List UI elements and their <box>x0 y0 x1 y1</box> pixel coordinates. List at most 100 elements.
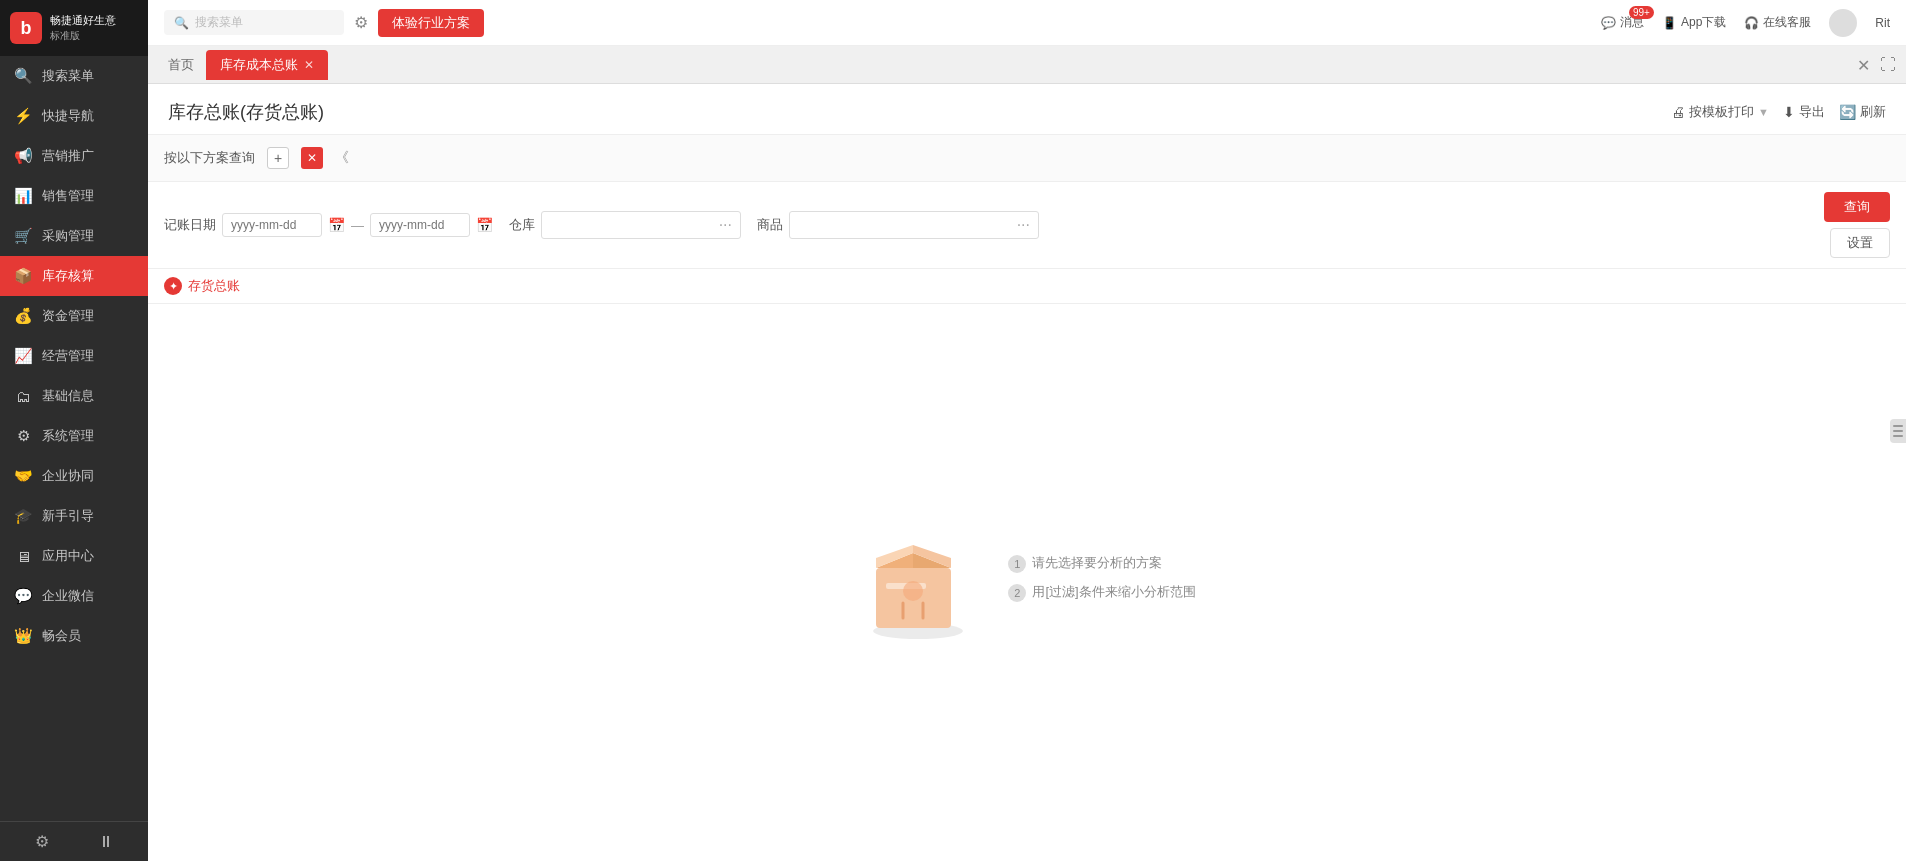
sidebar-item-5[interactable]: 📦库存核算 <box>0 256 148 296</box>
main-area: 🔍 搜索菜单 ⚙ 体验行业方案 💬 消息 99+ 📱 App下载 🎧 在线客服 … <box>148 0 1906 861</box>
tab-panel-close-icon[interactable]: ✕ <box>1857 55 1870 74</box>
sidebar-icon-10: 🤝 <box>14 467 32 485</box>
sidebar-item-4[interactable]: 🛒采购管理 <box>0 216 148 256</box>
sidebar-item-6[interactable]: 💰资金管理 <box>0 296 148 336</box>
print-dropdown-icon[interactable]: ▼ <box>1758 106 1769 118</box>
sidebar-icon-3: 📊 <box>14 187 32 205</box>
tab-close-icon[interactable]: ✕ <box>304 58 314 72</box>
sidebar-icon-14: 👑 <box>14 627 32 645</box>
svg-point-3 <box>903 581 923 601</box>
logo-icon: b <box>10 12 42 44</box>
sidebar-label-10: 企业协同 <box>42 467 94 485</box>
hint-2-num: 2 <box>1008 584 1026 602</box>
sidebar-item-10[interactable]: 🤝 企业协同 <box>0 456 148 496</box>
sidebar-item-8[interactable]: 🗂基础信息 <box>0 376 148 416</box>
online-service-action[interactable]: 🎧 在线客服 <box>1744 14 1811 31</box>
user-avatar[interactable] <box>1829 9 1857 37</box>
hint-1-text: 请先选择要分析的方案 <box>1032 554 1162 572</box>
scheme-item[interactable]: ✦ 存货总账 <box>164 277 240 295</box>
tab-inventory-cost[interactable]: 库存成本总账 ✕ <box>206 50 328 80</box>
gear-icon[interactable]: ⚙ <box>354 13 368 32</box>
page-header-actions: 🖨 按模板打印 ▼ ⬇ 导出 🔄 刷新 <box>1671 103 1886 121</box>
date-label: 记账日期 <box>164 216 216 234</box>
sidebar-item-13[interactable]: 💬企业微信 <box>0 576 148 616</box>
app-download-action[interactable]: 📱 App下载 <box>1662 14 1726 31</box>
filter-clear-button[interactable]: ✕ <box>301 147 323 169</box>
filter-collapse-button[interactable]: 《 <box>335 149 349 167</box>
sidebar-icon-11: 🎓 <box>14 507 32 525</box>
online-service-label: 在线客服 <box>1763 14 1811 31</box>
username-label: Rit <box>1875 16 1890 30</box>
sidebar: b 畅捷通好生意 标准版 🔍 搜索菜单 ⚡快捷导航 📢 营销推广 📊销售管理🛒采购管理📦库… <box>0 0 148 861</box>
tabbar: 首页 库存成本总账 ✕ ✕ ⛶ <box>148 46 1906 84</box>
sidebar-item-12[interactable]: 🖥应用中心 <box>0 536 148 576</box>
sidebar-item-14[interactable]: 👑 畅会员 <box>0 616 148 656</box>
sidebar-item-9[interactable]: ⚙系统管理 <box>0 416 148 456</box>
app-download-label: App下载 <box>1681 14 1726 31</box>
sidebar-icon-0: 🔍 <box>14 67 32 85</box>
refresh-icon: 🔄 <box>1839 104 1856 120</box>
warehouse-input[interactable]: ··· <box>541 211 741 239</box>
hint-2: 2 用[过滤]条件来缩小分析范围 <box>1008 583 1195 602</box>
sidebar-item-1[interactable]: ⚡快捷导航 <box>0 96 148 136</box>
page-header: 库存总账(存货总账) 🖨 按模板打印 ▼ ⬇ 导出 🔄 刷新 <box>148 84 1906 135</box>
logo-text: 畅捷通好生意 标准版 <box>50 13 116 42</box>
filter-row: 记账日期 📅 — 📅 仓库 ··· 商品 ··· <box>148 182 1906 269</box>
right-panel-toggle[interactable] <box>1890 419 1906 443</box>
sidebar-item-11[interactable]: 🎓 新手引导 <box>0 496 148 536</box>
sidebar-icon-5: 📦 <box>14 267 32 285</box>
print-button[interactable]: 🖨 按模板打印 ▼ <box>1671 103 1769 121</box>
refresh-button[interactable]: 🔄 刷新 <box>1839 103 1886 121</box>
headset-icon: 🎧 <box>1744 16 1759 30</box>
settings-footer-icon[interactable]: ⚙ <box>35 832 49 851</box>
sidebar-label-9: 系统管理 <box>42 427 94 445</box>
sidebar-label-14: 畅会员 <box>42 627 81 645</box>
goods-more-icon[interactable]: ··· <box>1017 216 1030 234</box>
sidebar-item-7[interactable]: 📈经营管理 <box>0 336 148 376</box>
calendar-from-icon[interactable]: 📅 <box>328 217 345 233</box>
message-action[interactable]: 💬 消息 99+ <box>1601 14 1644 31</box>
sidebar-icon-2: 📢 <box>14 147 32 165</box>
print-icon: 🖨 <box>1671 104 1685 120</box>
tab-home[interactable]: 首页 <box>156 50 206 80</box>
collapse-footer-icon[interactable]: ⏸ <box>98 833 114 851</box>
sidebar-label-13: 企业微信 <box>42 587 94 605</box>
sidebar-item-0[interactable]: 🔍 搜索菜单 <box>0 56 148 96</box>
sidebar-item-3[interactable]: 📊销售管理 <box>0 176 148 216</box>
sidebar-label-11: 新手引导 <box>42 507 94 525</box>
topbar-actions: 💬 消息 99+ 📱 App下载 🎧 在线客服 Rit <box>1601 9 1890 37</box>
sidebar-label-2: 营销推广 <box>42 147 94 165</box>
page-title: 库存总账(存货总账) <box>168 100 324 124</box>
query-button[interactable]: 查询 <box>1824 192 1890 222</box>
export-button[interactable]: ⬇ 导出 <box>1783 103 1825 121</box>
warehouse-more-icon[interactable]: ··· <box>719 216 732 234</box>
export-icon: ⬇ <box>1783 104 1795 120</box>
sidebar-icon-7: 📈 <box>14 347 32 365</box>
date-to-input[interactable] <box>370 213 470 237</box>
phone-icon: 📱 <box>1662 16 1677 30</box>
sidebar-item-2[interactable]: 📢 营销推广 <box>0 136 148 176</box>
sidebar-icon-1: ⚡ <box>14 107 32 125</box>
industry-button[interactable]: 体验行业方案 <box>378 9 484 37</box>
sidebar-label-8: 基础信息 <box>42 387 94 405</box>
message-icon: 💬 <box>1601 16 1616 30</box>
filter-add-button[interactable]: + <box>267 147 289 169</box>
calendar-to-icon[interactable]: 📅 <box>476 217 493 233</box>
search-bar[interactable]: 🔍 搜索菜单 <box>164 10 344 35</box>
sidebar-label-6: 资金管理 <box>42 307 94 325</box>
filter-label: 按以下方案查询 <box>164 149 255 167</box>
goods-input[interactable]: ··· <box>789 211 1039 239</box>
settings-button[interactable]: 设置 <box>1830 228 1890 258</box>
sidebar-label-12: 应用中心 <box>42 547 94 565</box>
date-from-input[interactable] <box>222 213 322 237</box>
sidebar-label-0: 搜索菜单 <box>42 67 94 85</box>
content-area: 库存总账(存货总账) 🖨 按模板打印 ▼ ⬇ 导出 🔄 刷新 按以下方案查询 <box>148 84 1906 861</box>
tab-panel-expand-icon[interactable]: ⛶ <box>1880 55 1896 74</box>
search-icon: 🔍 <box>174 16 189 30</box>
hint-1-num: 1 <box>1008 555 1026 573</box>
sidebar-label-4: 采购管理 <box>42 227 94 245</box>
empty-illustration <box>858 523 978 643</box>
scheme-selector: ✦ 存货总账 <box>148 269 1906 304</box>
sidebar-logo: b 畅捷通好生意 标准版 <box>0 0 148 56</box>
sidebar-footer: ⚙ ⏸ <box>0 821 148 861</box>
